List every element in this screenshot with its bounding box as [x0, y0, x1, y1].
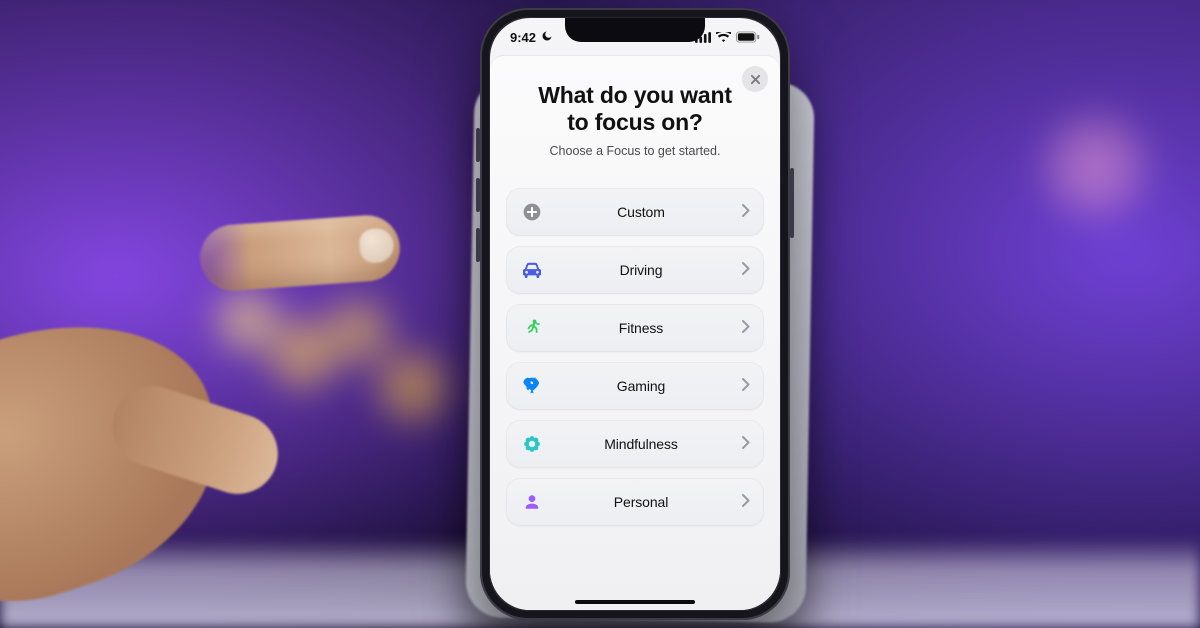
chevron-right-icon [742, 494, 750, 510]
option-label: Personal [544, 494, 742, 510]
chevron-right-icon [742, 262, 750, 278]
phone-frame: 9:42 What do [480, 8, 790, 620]
home-indicator[interactable] [575, 600, 695, 605]
close-icon [750, 74, 761, 85]
phone-screen: 9:42 What do [490, 18, 780, 610]
focus-option-gaming[interactable]: Gaming [506, 362, 764, 410]
car-icon [520, 261, 544, 279]
flower-icon [520, 434, 544, 454]
focus-setup-sheet: What do you want to focus on? Choose a F… [490, 56, 780, 610]
chevron-right-icon [742, 320, 750, 336]
moon-icon [541, 30, 553, 45]
plus-circle-icon [520, 202, 544, 222]
rocket-icon [520, 376, 544, 396]
sheet-subtitle: Choose a Focus to get started. [506, 144, 764, 158]
focus-option-personal[interactable]: Personal [506, 478, 764, 526]
chevron-right-icon [742, 204, 750, 220]
chevron-right-icon [742, 378, 750, 394]
focus-options-list: Custom Driving [506, 188, 764, 526]
person-icon [520, 493, 544, 511]
chevron-right-icon [742, 436, 750, 452]
title-line-2: to focus on? [567, 109, 703, 135]
battery-icon [736, 31, 760, 43]
close-button[interactable] [742, 66, 768, 92]
focus-option-fitness[interactable]: Fitness [506, 304, 764, 352]
sheet-title: What do you want to focus on? [506, 82, 764, 136]
option-label: Fitness [544, 320, 742, 336]
wifi-icon [716, 32, 731, 43]
running-icon [520, 318, 544, 338]
title-line-1: What do you want [538, 82, 732, 108]
focus-option-custom[interactable]: Custom [506, 188, 764, 236]
option-label: Mindfulness [544, 436, 742, 452]
notch [565, 18, 705, 42]
option-label: Custom [544, 204, 742, 220]
focus-option-mindfulness[interactable]: Mindfulness [506, 420, 764, 468]
option-label: Gaming [544, 378, 742, 394]
status-time: 9:42 [510, 30, 536, 45]
option-label: Driving [544, 262, 742, 278]
focus-option-driving[interactable]: Driving [506, 246, 764, 294]
